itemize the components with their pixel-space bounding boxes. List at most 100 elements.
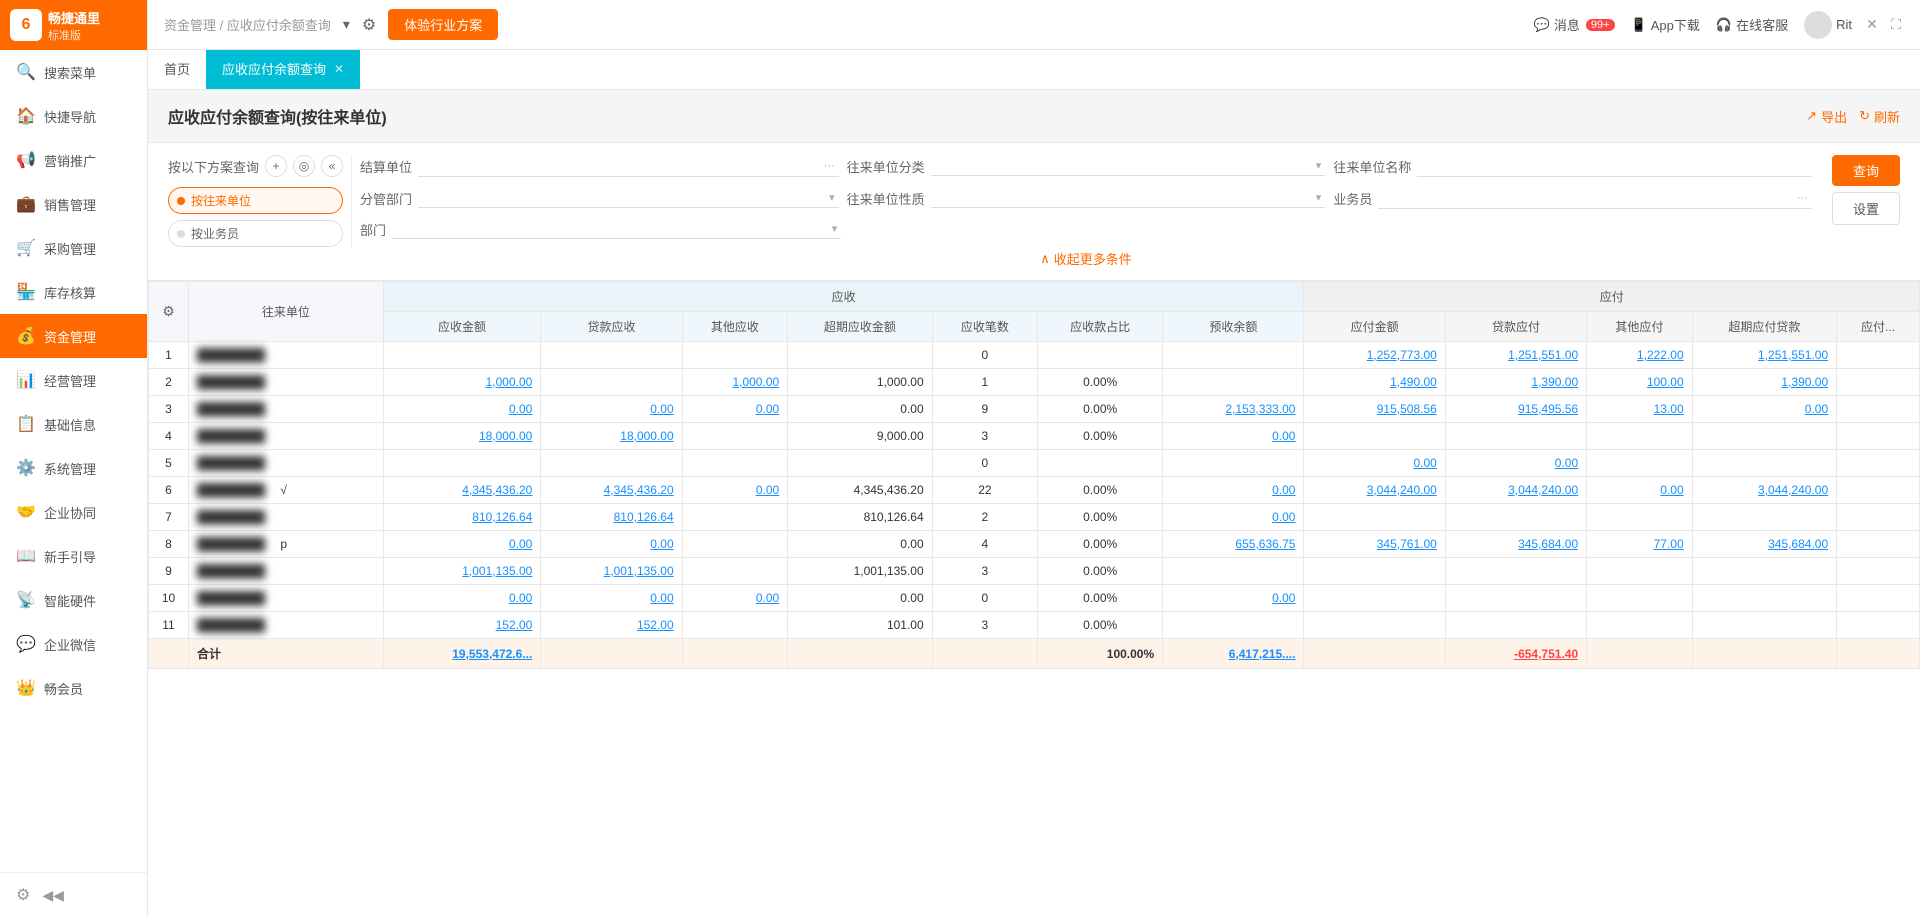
table-cell[interactable]: 3,044,240.00 xyxy=(1304,477,1445,504)
sidebar-item-purchase[interactable]: 🛒 采购管理 xyxy=(0,226,147,270)
table-cell[interactable]: 0.00 xyxy=(682,477,788,504)
schema-by-salesman[interactable]: 按业务员 xyxy=(168,220,343,247)
table-settings-icon[interactable]: ⚙ xyxy=(162,303,175,319)
table-cell[interactable]: 810,126.64 xyxy=(383,504,541,531)
table-cell[interactable]: 3,044,240.00 xyxy=(1692,477,1836,504)
tab-ar-ap-query[interactable]: 应收应付余额查询 ✕ xyxy=(206,50,360,89)
sidebar-item-system[interactable]: ⚙️ 系统管理 xyxy=(0,446,147,490)
cta-button[interactable]: 体验行业方案 xyxy=(388,9,498,40)
maximize-window-icon[interactable]: ⛶ xyxy=(1888,17,1904,33)
table-cell[interactable]: 1,001,135.00 xyxy=(383,558,541,585)
table-cell[interactable]: 0.00 xyxy=(1692,396,1836,423)
table-cell[interactable]: 810,126.64 xyxy=(541,504,682,531)
export-button[interactable]: ↗ 导出 xyxy=(1806,107,1847,126)
salesman-ellipsis[interactable]: ··· xyxy=(1797,192,1808,204)
tab-close-icon[interactable]: ✕ xyxy=(334,62,344,76)
table-cell[interactable]: 0.00 xyxy=(541,585,682,612)
filter-target-btn[interactable]: ◎ xyxy=(293,155,315,177)
sidebar-item-search-menu[interactable]: 🔍 搜索菜单 xyxy=(0,50,147,94)
table-cell[interactable]: 0.00 xyxy=(682,585,788,612)
table-cell[interactable]: 0.00 xyxy=(1163,423,1304,450)
dept-select[interactable]: ▾ xyxy=(392,219,841,239)
table-cell[interactable]: 0.00 xyxy=(682,396,788,423)
footer-ap-loan[interactable]: -654,751.40 xyxy=(1445,639,1586,669)
table-cell[interactable]: 1,000.00 xyxy=(682,369,788,396)
table-cell[interactable]: 1,252,773.00 xyxy=(1304,342,1445,369)
table-cell[interactable]: 152.00 xyxy=(383,612,541,639)
sidebar-item-finance[interactable]: 💰 资金管理 xyxy=(0,314,147,358)
table-cell[interactable]: 915,495.56 xyxy=(1445,396,1586,423)
table-cell[interactable]: 0.00 xyxy=(383,396,541,423)
sidebar-item-guide[interactable]: 📖 新手引导 xyxy=(0,534,147,578)
filter-add-btn[interactable]: + xyxy=(265,155,287,177)
user-profile[interactable]: Rit xyxy=(1804,11,1852,39)
table-cell[interactable]: 4,345,436.20 xyxy=(541,477,682,504)
table-cell[interactable]: 1,490.00 xyxy=(1304,369,1445,396)
table-cell[interactable]: 1,001,135.00 xyxy=(541,558,682,585)
footer-ar-prepay[interactable]: 6,417,215.... xyxy=(1163,639,1304,669)
table-cell[interactable]: 345,684.00 xyxy=(1692,531,1836,558)
table-cell[interactable]: 100.00 xyxy=(1587,369,1693,396)
table-cell[interactable]: 655,636.75 xyxy=(1163,531,1304,558)
sidebar-item-cooperation[interactable]: 🤝 企业协同 xyxy=(0,490,147,534)
table-cell[interactable]: 345,684.00 xyxy=(1445,531,1586,558)
table-cell[interactable]: 3,044,240.00 xyxy=(1445,477,1586,504)
table-cell[interactable]: 345,761.00 xyxy=(1304,531,1445,558)
unit-nature-select[interactable]: ▾ xyxy=(931,188,1326,208)
sidebar-item-wechat[interactable]: 💬 企业微信 xyxy=(0,622,147,666)
tab-home[interactable]: 首页 xyxy=(148,50,206,89)
table-cell[interactable]: 13.00 xyxy=(1587,396,1693,423)
filter-collapse-toggle[interactable]: ∧ 收起更多条件 xyxy=(1040,249,1132,268)
breadcrumb-dropdown-icon[interactable]: ▾ xyxy=(343,16,350,33)
sidebar-item-operations[interactable]: 📊 经营管理 xyxy=(0,358,147,402)
settlement-unit-input[interactable] xyxy=(422,158,824,173)
table-cell[interactable]: 77.00 xyxy=(1587,531,1693,558)
table-cell[interactable]: 18,000.00 xyxy=(383,423,541,450)
salesman-input[interactable] xyxy=(1382,190,1797,205)
sidebar-item-inventory[interactable]: 🏪 库存核算 xyxy=(0,270,147,314)
settlement-unit-ellipsis[interactable]: ··· xyxy=(824,160,835,172)
table-cell[interactable]: 0.00 xyxy=(1445,450,1586,477)
table-cell[interactable]: 1,251,551.00 xyxy=(1692,342,1836,369)
table-cell[interactable]: 1,222.00 xyxy=(1587,342,1693,369)
message-action[interactable]: 💬 消息 99+ xyxy=(1534,15,1615,34)
sidebar-item-member[interactable]: 👑 畅会员 xyxy=(0,666,147,710)
table-cell[interactable]: 0.00 xyxy=(1304,450,1445,477)
unit-name-input[interactable] xyxy=(1421,158,1808,173)
settings-button[interactable]: 设置 xyxy=(1832,192,1900,225)
schema-by-unit[interactable]: 按往来单位 xyxy=(168,187,343,214)
table-cell[interactable]: 0.00 xyxy=(541,396,682,423)
th-settings[interactable]: ⚙ xyxy=(149,282,189,342)
sidebar-item-marketing[interactable]: 📢 营销推广 xyxy=(0,138,147,182)
sidebar-settings-icon[interactable]: ⚙ xyxy=(16,885,30,905)
sidebar-item-smart-hardware[interactable]: 📡 智能硬件 xyxy=(0,578,147,622)
table-cell[interactable]: 0.00 xyxy=(1163,585,1304,612)
table-cell[interactable]: 152.00 xyxy=(541,612,682,639)
table-cell[interactable]: 1,390.00 xyxy=(1445,369,1586,396)
table-cell[interactable]: 0.00 xyxy=(383,585,541,612)
refresh-button[interactable]: ↻ 刷新 xyxy=(1859,107,1900,126)
query-button[interactable]: 查询 xyxy=(1832,155,1900,186)
table-cell[interactable]: 2,153,333.00 xyxy=(1163,396,1304,423)
settings-icon[interactable]: ⚙ xyxy=(362,15,376,35)
table-cell[interactable]: 4,345,436.20 xyxy=(383,477,541,504)
table-cell[interactable]: 1,390.00 xyxy=(1692,369,1836,396)
app-download-action[interactable]: 📱 App下载 xyxy=(1631,15,1700,34)
table-cell[interactable]: 18,000.00 xyxy=(541,423,682,450)
table-cell[interactable]: 0.00 xyxy=(1587,477,1693,504)
table-cell[interactable]: 915,508.56 xyxy=(1304,396,1445,423)
table-cell[interactable]: 0.00 xyxy=(383,531,541,558)
sidebar-collapse-icon[interactable]: ◀◀ xyxy=(42,887,64,904)
table-cell[interactable]: 0.00 xyxy=(1163,477,1304,504)
table-cell[interactable]: 0.00 xyxy=(1163,504,1304,531)
sidebar-item-quick-nav[interactable]: 🏠 快捷导航 xyxy=(0,94,147,138)
dept-manager-select[interactable]: ▾ xyxy=(418,188,839,208)
unit-category-select[interactable]: ▾ xyxy=(931,156,1326,176)
online-service-action[interactable]: 🎧 在线客服 xyxy=(1716,15,1788,34)
close-window-icon[interactable]: ✕ xyxy=(1864,17,1880,33)
sidebar-item-sales[interactable]: 💼 销售管理 xyxy=(0,182,147,226)
table-cell[interactable]: 0.00 xyxy=(541,531,682,558)
filter-collapse-btn[interactable]: « xyxy=(321,155,343,177)
table-cell[interactable]: 1,251,551.00 xyxy=(1445,342,1586,369)
sidebar-item-basic-info[interactable]: 📋 基础信息 xyxy=(0,402,147,446)
